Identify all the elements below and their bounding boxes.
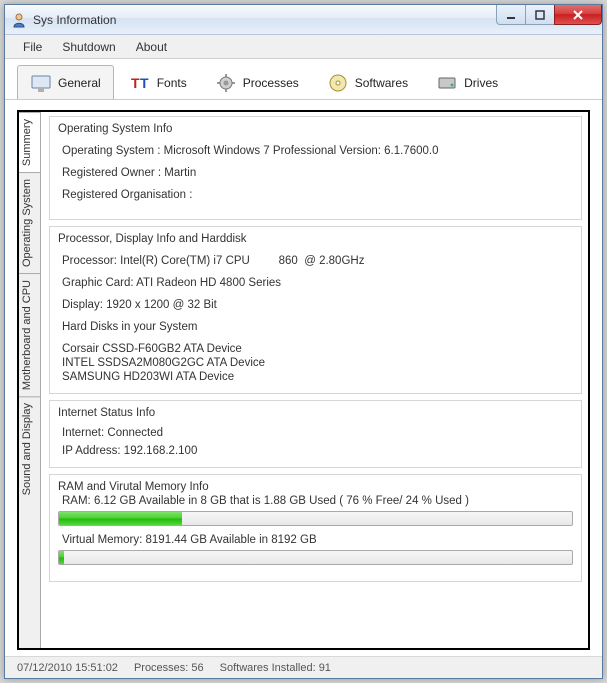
status-softwares: Softwares Installed: 91 bbox=[220, 662, 331, 674]
hdd-1: Corsair CSSD-F60GB2 ATA Device bbox=[62, 343, 573, 355]
svg-text:T: T bbox=[131, 75, 140, 91]
tab-general[interactable]: General bbox=[17, 65, 114, 99]
window-title: Sys Information bbox=[33, 13, 497, 27]
processor-info-group: Processor, Display Info and Harddisk Pro… bbox=[49, 226, 582, 394]
tab-fonts[interactable]: TT Fonts bbox=[116, 65, 200, 99]
os-line: Operating System : Microsoft Windows 7 P… bbox=[62, 145, 573, 157]
registered-owner: Registered Owner : Martin bbox=[62, 167, 573, 179]
status-processes: Processes: 56 bbox=[134, 662, 204, 674]
tab-processes-label: Processes bbox=[243, 76, 299, 90]
close-button[interactable] bbox=[554, 5, 602, 25]
toolbar: General TT Fonts Processes Softwares Dri… bbox=[5, 59, 602, 100]
sidetab-sound-display[interactable]: Sound and Display bbox=[19, 396, 40, 501]
sidetab-summery[interactable]: Summery bbox=[19, 112, 40, 172]
tab-softwares[interactable]: Softwares bbox=[314, 65, 421, 99]
ram-progress bbox=[58, 511, 573, 526]
content-area: Summery Operating System Motherboard and… bbox=[5, 100, 602, 656]
minimize-button[interactable] bbox=[496, 5, 526, 25]
hdd-heading: Hard Disks in your System bbox=[62, 321, 573, 333]
general-icon bbox=[30, 72, 52, 94]
processor-line: Processor: Intel(R) Core(TM) i7 CPU 860 … bbox=[62, 255, 573, 267]
tab-fonts-label: Fonts bbox=[157, 76, 187, 90]
sidetab-motherboard[interactable]: Motherboard and CPU bbox=[19, 273, 40, 396]
internet-info-group: Internet Status Info Internet: Connected… bbox=[49, 400, 582, 468]
status-datetime: 07/12/2010 15:51:02 bbox=[17, 662, 118, 674]
window-controls bbox=[497, 5, 602, 34]
ram-line: RAM: 6.12 GB Available in 8 GB that is 1… bbox=[62, 495, 573, 507]
processes-icon bbox=[215, 72, 237, 94]
app-icon bbox=[11, 12, 27, 28]
summary-panel: Operating System Info Operating System :… bbox=[41, 112, 588, 648]
svg-text:T: T bbox=[140, 75, 149, 91]
internet-status: Internet: Connected bbox=[62, 427, 573, 439]
tab-drives-label: Drives bbox=[464, 76, 498, 90]
tab-general-label: General bbox=[58, 76, 101, 90]
hdd-3: SAMSUNG HD203WI ATA Device bbox=[62, 371, 573, 383]
vmem-progress bbox=[58, 550, 573, 565]
menu-shutdown[interactable]: Shutdown bbox=[52, 37, 125, 57]
menu-file[interactable]: File bbox=[13, 37, 52, 57]
softwares-icon bbox=[327, 72, 349, 94]
titlebar[interactable]: Sys Information bbox=[5, 5, 602, 35]
display-line: Display: 1920 x 1200 @ 32 Bit bbox=[62, 299, 573, 311]
drives-icon bbox=[436, 72, 458, 94]
memory-heading: RAM and Virutal Memory Info bbox=[58, 481, 573, 493]
vmem-line: Virtual Memory: 8191.44 GB Available in … bbox=[62, 534, 573, 546]
sidetab-os[interactable]: Operating System bbox=[19, 172, 40, 273]
ram-progress-fill bbox=[59, 512, 182, 525]
main-frame: Summery Operating System Motherboard and… bbox=[17, 110, 590, 650]
os-info-group: Operating System Info Operating System :… bbox=[49, 116, 582, 220]
menubar: File Shutdown About bbox=[5, 35, 602, 59]
tab-processes[interactable]: Processes bbox=[202, 65, 312, 99]
vmem-progress-fill bbox=[59, 551, 64, 564]
processor-heading: Processor, Display Info and Harddisk bbox=[58, 233, 573, 245]
app-window: Sys Information File Shutdown About Gene… bbox=[4, 4, 603, 679]
registered-org: Registered Organisation : bbox=[62, 189, 573, 201]
maximize-button[interactable] bbox=[525, 5, 555, 25]
menu-about[interactable]: About bbox=[126, 37, 177, 57]
side-tabs: Summery Operating System Motherboard and… bbox=[19, 112, 41, 648]
memory-info-group: RAM and Virutal Memory Info RAM: 6.12 GB… bbox=[49, 474, 582, 582]
hdd-2: INTEL SSDSA2M080G2GC ATA Device bbox=[62, 357, 573, 369]
tab-drives[interactable]: Drives bbox=[423, 65, 511, 99]
os-info-heading: Operating System Info bbox=[58, 123, 573, 135]
tab-softwares-label: Softwares bbox=[355, 76, 408, 90]
gpu-line: Graphic Card: ATI Radeon HD 4800 Series bbox=[62, 277, 573, 289]
internet-heading: Internet Status Info bbox=[58, 407, 573, 419]
fonts-icon: TT bbox=[129, 72, 151, 94]
ip-address: IP Address: 192.168.2.100 bbox=[62, 445, 573, 457]
